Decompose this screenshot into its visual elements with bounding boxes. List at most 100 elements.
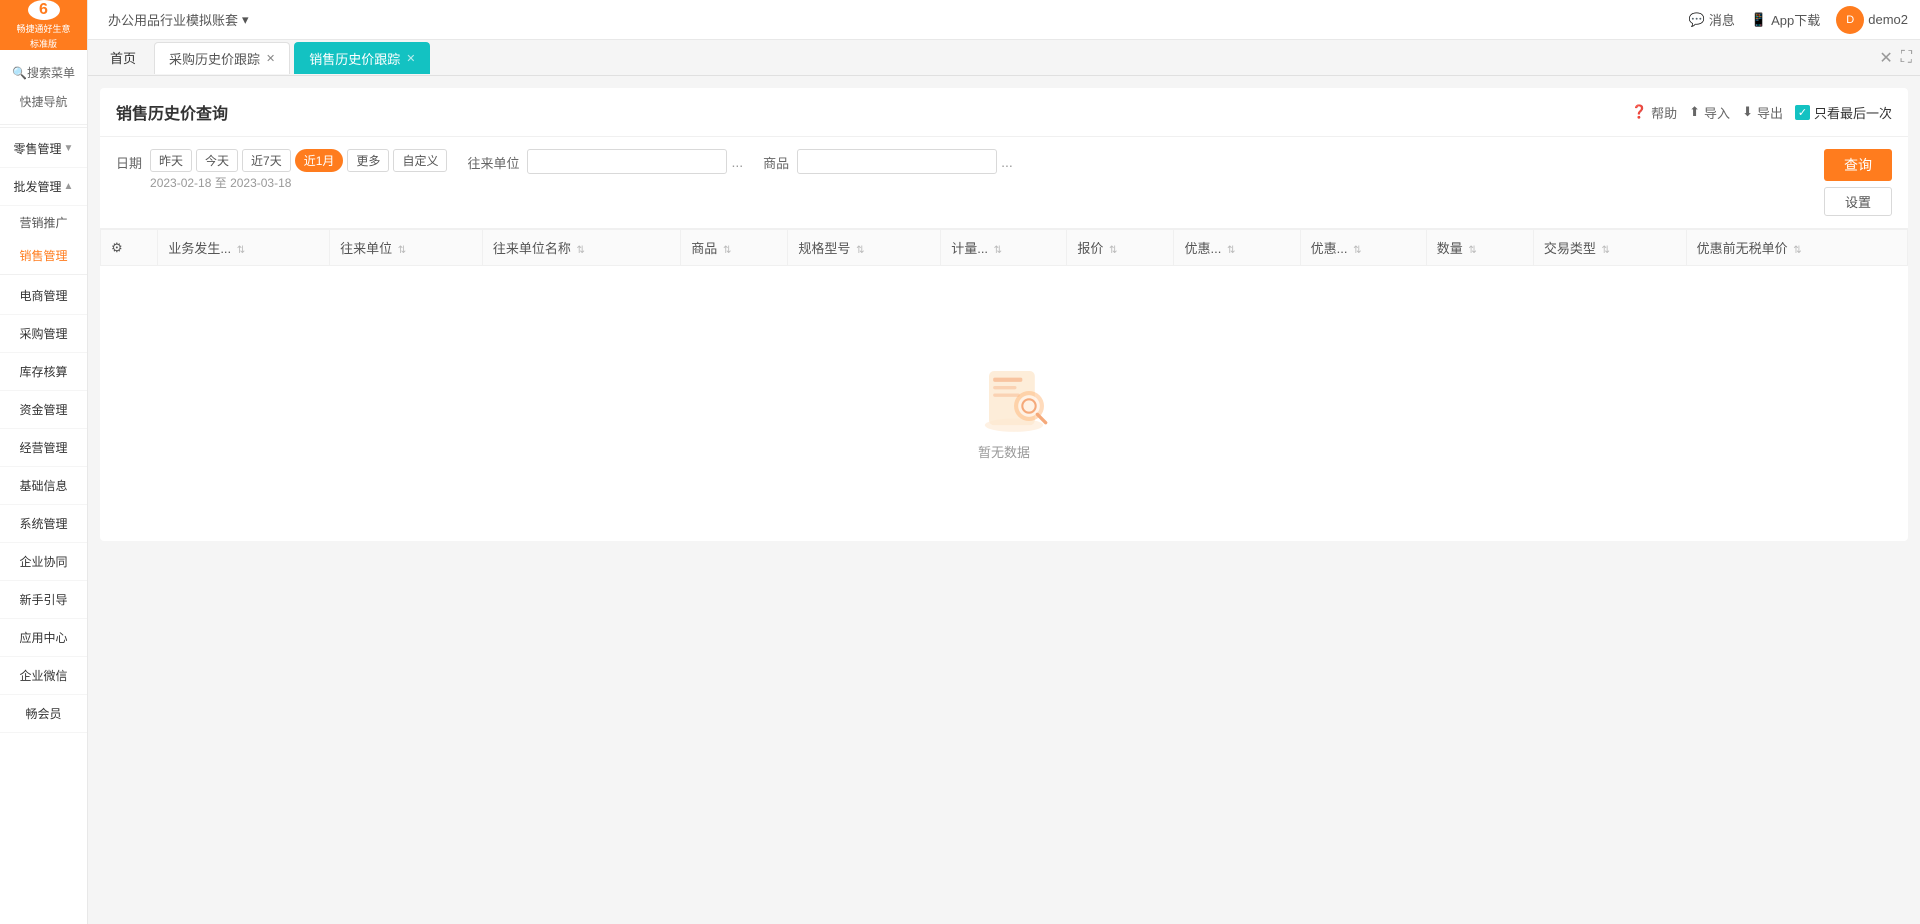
sidebar-item-enterprise[interactable]: 企业协同 [0,543,87,581]
date-btn-more[interactable]: 更多 [347,149,389,172]
col-spec[interactable]: 规格型号 ⇅ [788,230,941,266]
date-btn-yesterday[interactable]: 昨天 [150,149,192,172]
page-card: 销售历史价查询 ❓ 帮助 ⬆ 导入 ⬇ 导出 ✓ [100,88,1908,541]
search-icon: 🔍 [12,66,27,80]
sidebar-item-inventory[interactable]: 库存核算 [0,353,87,391]
sales-mgmt-label: 销售管理 [19,247,67,264]
sort-icon-price: ⇅ [1109,245,1117,256]
col-price[interactable]: 报价 ⇅ [1067,230,1174,266]
finance-label: 资金管理 [19,401,67,418]
tab-fullscreen-icon[interactable]: ⛶ [1901,49,1912,67]
sidebar-item-wechat[interactable]: 企业微信 [0,657,87,695]
goods-dots[interactable]: ... [1001,154,1013,170]
col-unit[interactable]: 计量... ⇅ [941,230,1067,266]
goods-input[interactable] [797,149,997,174]
date-buttons: 昨天 今天 近7天 近1月 更多 自定义 [150,149,447,172]
col-settings[interactable]: ⚙ [101,230,158,266]
logo-icon: 6 [28,0,60,20]
sort-icon-goods: ⇅ [723,245,731,256]
user-profile[interactable]: D demo2 [1836,6,1908,34]
tab-purchase-close-icon[interactable]: ✕ [266,52,275,65]
sidebar-item-retail[interactable]: 零售管理 ▼ [0,130,87,168]
purchase-label: 采购管理 [19,325,67,342]
import-action[interactable]: ⬆ 导入 [1689,103,1730,122]
settings-icon[interactable]: ⚙ [111,240,123,255]
sidebar-item-sales-mgmt[interactable]: 销售管理 [0,239,87,272]
workspace-name: 办公用品行业模拟账套 [108,10,238,29]
retail-label: 零售管理 [14,140,62,157]
partner-label: 往来单位 [467,149,519,172]
date-range-text: 2023-02-18 至 2023-03-18 [150,174,447,191]
tab-sales-history[interactable]: 销售历史价跟踪 ✕ [294,42,430,74]
sort-icon-quantity: ⇅ [1468,245,1476,256]
page-title-bar: 销售历史价查询 ❓ 帮助 ⬆ 导入 ⬇ 导出 ✓ [100,88,1908,137]
filter-bar: 日期 昨天 今天 近7天 近1月 更多 自定义 2023-02-18 至 202… [100,137,1908,229]
sidebar-item-finance[interactable]: 资金管理 [0,391,87,429]
app-download-label: App下载 [1771,10,1820,29]
ecommerce-label: 电商管理 [19,287,67,304]
col-discount2-label: 优惠... [1311,241,1348,256]
workspace-selector[interactable]: 办公用品行业模拟账套 ▾ [100,6,257,33]
date-btn-custom[interactable]: 自定义 [393,149,447,172]
sidebar-item-system[interactable]: 系统管理 [0,505,87,543]
tab-home[interactable]: 首页 [96,42,150,74]
sidebar-item-vip[interactable]: 畅会员 [0,695,87,733]
col-goods[interactable]: 商品 ⇅ [681,230,788,266]
col-discount2[interactable]: 优惠... ⇅ [1300,230,1426,266]
message-label: 消息 [1709,10,1735,29]
col-quantity[interactable]: 数量 ⇅ [1426,230,1533,266]
partner-input[interactable] [527,149,727,174]
col-trade-type[interactable]: 交易类型 ⇅ [1533,230,1686,266]
sidebar-item-purchase[interactable]: 采购管理 [0,315,87,353]
col-partner-code-label: 往来单位 [340,241,392,256]
date-btn-7days[interactable]: 近7天 [242,149,291,172]
export-icon: ⬇ [1742,104,1753,120]
set-button[interactable]: 设置 [1824,187,1892,216]
sort-icon-price-notax: ⇅ [1793,245,1801,256]
col-price-notax[interactable]: 优惠前无税单价 ⇅ [1686,230,1907,266]
col-partner-code[interactable]: 往来单位 ⇅ [330,230,483,266]
tab-sales-close-icon[interactable]: ✕ [406,52,415,65]
sidebar-item-marketing[interactable]: 营销推广 [0,206,87,239]
empty-state: 暂无数据 [100,266,1908,541]
page-content: 销售历史价查询 ❓ 帮助 ⬆ 导入 ⬇ 导出 ✓ [88,76,1920,924]
tab-purchase-history[interactable]: 采购历史价跟踪 ✕ [154,42,290,74]
quick-nav-item[interactable]: 快捷导航 [6,87,81,116]
message-action[interactable]: 💬 消息 [1689,10,1735,29]
sort-icon-trade-type: ⇅ [1602,245,1610,256]
tab-sales-label: 销售历史价跟踪 [309,49,400,68]
logo-text: 畅捷通好生意 [16,22,70,35]
export-action[interactable]: ⬇ 导出 [1742,103,1783,122]
user-avatar: D [1836,6,1864,34]
app-center-label: 应用中心 [19,629,67,646]
col-trade-type-label: 交易类型 [1544,241,1596,256]
search-menu-item[interactable]: 🔍 搜索菜单 [6,58,81,87]
sidebar-item-newbie[interactable]: 新手引导 [0,581,87,619]
quick-nav-label: 快捷导航 [19,93,67,110]
col-partner-name[interactable]: 往来单位名称 ⇅ [482,230,680,266]
col-goods-label: 商品 [691,241,717,256]
col-biz-date[interactable]: 业务发生... ⇅ [158,230,330,266]
tab-minimize-icon[interactable]: ✕ [1879,48,1892,68]
col-discount1-label: 优惠... [1184,241,1221,256]
sidebar-item-wholesale[interactable]: 批发管理 ▲ [0,168,87,206]
app-download-action[interactable]: 📱 App下载 [1751,10,1820,29]
partner-filter-group: 往来单位 ... [467,149,743,174]
date-btn-today[interactable]: 今天 [196,149,238,172]
topbar: 办公用品行业模拟账套 ▾ 💬 消息 📱 App下载 D demo2 [88,0,1920,40]
help-action[interactable]: ❓ 帮助 [1631,103,1677,122]
col-discount1[interactable]: 优惠... ⇅ [1174,230,1300,266]
sidebar-item-ecommerce[interactable]: 电商管理 [0,277,87,315]
user-name: demo2 [1868,12,1908,27]
partner-dots[interactable]: ... [731,154,743,170]
tab-actions: ✕ ⛶ [1879,48,1920,68]
sidebar-item-basic[interactable]: 基础信息 [0,467,87,505]
sidebar-item-app-center[interactable]: 应用中心 [0,619,87,657]
partner-input-group: ... [527,149,743,174]
query-button[interactable]: 查询 [1824,149,1892,181]
import-label: 导入 [1704,103,1730,122]
sidebar-item-ops[interactable]: 经营管理 [0,429,87,467]
date-options-row: 昨天 今天 近7天 近1月 更多 自定义 2023-02-18 至 2023-0… [150,149,447,191]
only-last-checkbox[interactable]: ✓ 只看最后一次 [1795,103,1892,122]
date-btn-1month[interactable]: 近1月 [295,149,344,172]
